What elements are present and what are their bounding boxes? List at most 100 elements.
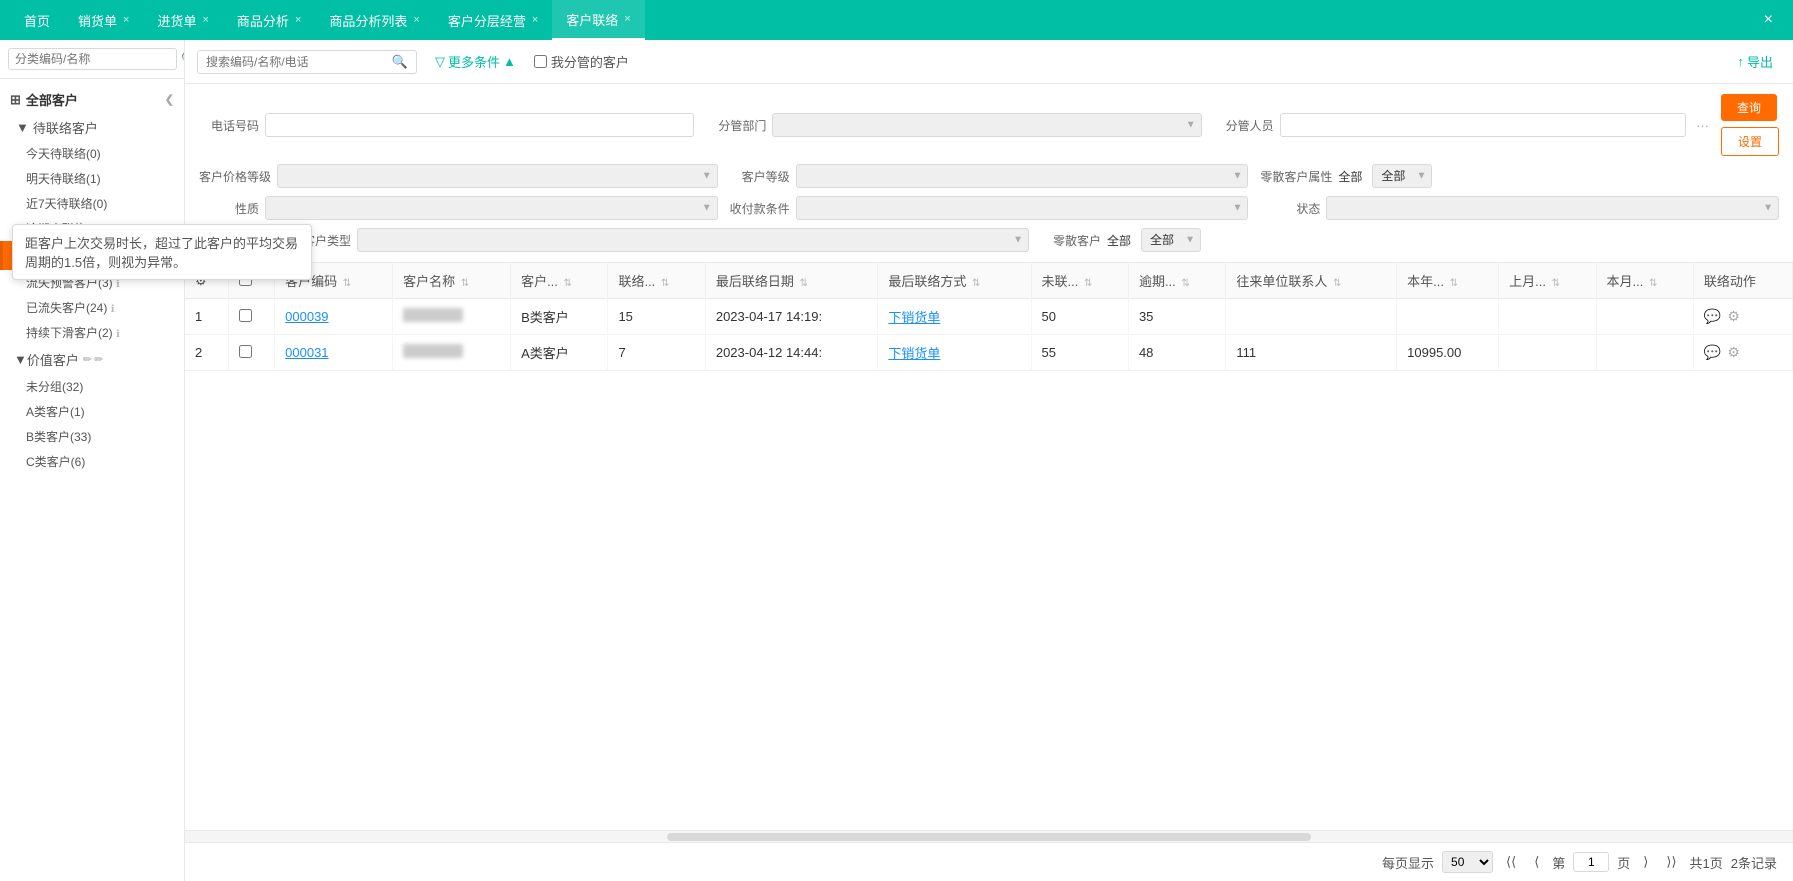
row2-checkbox[interactable] bbox=[229, 335, 275, 371]
valuation-customer-group[interactable]: ▼ 价值客户 ✏ ✏ bbox=[0, 345, 184, 374]
status-wrap: ▼ bbox=[1326, 196, 1779, 220]
sidebar-item-tomorrow[interactable]: 明天待联络(1) bbox=[0, 166, 184, 191]
person-field: 分管人员 ··· bbox=[1214, 113, 1709, 137]
filter-search-icon[interactable]: 🔍 bbox=[392, 54, 408, 70]
edit-icon2[interactable]: ✏ bbox=[94, 353, 103, 366]
dept-select[interactable] bbox=[772, 113, 1201, 137]
sort-icon-type[interactable]: ⇅ bbox=[564, 278, 572, 289]
nav-sales-close[interactable]: × bbox=[123, 14, 129, 26]
sidebar: 🔍 ⊞ 全部客户 ❮ ▼ 待联络客户 今天待联络(0) 明天待联络(1) 近7天… bbox=[0, 40, 185, 881]
row1-method-link[interactable]: 下销货单 bbox=[888, 310, 940, 325]
nav-contact-close[interactable]: × bbox=[624, 13, 630, 25]
my-customer-label: 我分管的客户 bbox=[551, 52, 629, 71]
row1-more-icon[interactable]: ⚙ bbox=[1727, 308, 1740, 325]
gender-field: 性质 ▼ bbox=[199, 196, 718, 220]
cust-grade-select[interactable] bbox=[796, 164, 1249, 188]
more-conditions-button[interactable]: ▽ 更多条件 ▲ bbox=[427, 48, 524, 75]
row2-code[interactable]: 000031 bbox=[275, 335, 393, 371]
status-select[interactable] bbox=[1326, 196, 1779, 220]
row2-cust-type: A类客户 bbox=[511, 335, 608, 371]
page-nav-last[interactable]: ⟩⟩ bbox=[1661, 852, 1681, 872]
my-customer-checkbox[interactable] bbox=[534, 55, 547, 68]
page-nav-first[interactable]: ⟨⟨ bbox=[1501, 852, 1521, 872]
row1-contact-person bbox=[1226, 299, 1397, 335]
row1-code[interactable]: 000039 bbox=[275, 299, 393, 335]
row2-select[interactable] bbox=[239, 345, 252, 358]
page-nav-next[interactable]: ⟩ bbox=[1638, 852, 1653, 872]
collapse-icon[interactable]: ❮ bbox=[165, 93, 174, 106]
nav-purchase-label: 进货单 bbox=[157, 11, 196, 30]
sort-icon-name[interactable]: ⇅ bbox=[461, 278, 469, 289]
nav-sales-order[interactable]: 销货单 × bbox=[64, 0, 143, 40]
zero-retail-attr-select[interactable]: 全部 bbox=[1372, 164, 1432, 188]
payment-select[interactable] bbox=[796, 196, 1249, 220]
horizontal-scrollbar[interactable] bbox=[185, 830, 1793, 842]
nav-home[interactable]: 首页 bbox=[10, 0, 64, 40]
row2-last-method[interactable]: 下销货单 bbox=[878, 335, 1031, 371]
row1-checkbox[interactable] bbox=[229, 299, 275, 335]
row2-code-link[interactable]: 000031 bbox=[285, 345, 328, 360]
sort-icon-date[interactable]: ⇅ bbox=[799, 278, 807, 289]
nav-purchase-close[interactable]: × bbox=[202, 14, 208, 26]
zero-retail-select[interactable]: 全部 bbox=[1141, 228, 1201, 252]
sidebar-item-today[interactable]: 今天待联络(0) bbox=[0, 141, 184, 166]
edit-icon[interactable]: ✏ bbox=[83, 353, 92, 366]
row1-contact-count: 15 bbox=[608, 299, 705, 335]
row1-last-date: 2023-04-17 14:19: bbox=[705, 299, 878, 335]
row1-last-method[interactable]: 下销货单 bbox=[878, 299, 1031, 335]
sort-icon-uncontacted[interactable]: ⇅ bbox=[1084, 278, 1092, 289]
sort-icon-overdue[interactable]: ⇅ bbox=[1181, 278, 1189, 289]
per-page-select[interactable]: 50 100 bbox=[1442, 851, 1493, 873]
sort-icon-this-month[interactable]: ⇅ bbox=[1649, 278, 1657, 289]
row2-more-icon[interactable]: ⚙ bbox=[1727, 344, 1740, 361]
sidebar-item-class-b[interactable]: B类客户(33) bbox=[0, 424, 184, 449]
sidebar-item-ungrouped[interactable]: 未分组(32) bbox=[0, 374, 184, 399]
row2-chat-icon[interactable]: 💬 bbox=[1704, 344, 1721, 361]
sort-icon-contact-person[interactable]: ⇅ bbox=[1333, 278, 1341, 289]
sidebar-item-class-a[interactable]: A类客户(1) bbox=[0, 399, 184, 424]
row2-method-link[interactable]: 下销货单 bbox=[888, 346, 940, 361]
all-customers-header[interactable]: ⊞ 全部客户 ❮ bbox=[0, 85, 184, 114]
nav-product-analysis-close[interactable]: × bbox=[295, 14, 301, 26]
sidebar-item-class-c[interactable]: C类客户(6) bbox=[0, 449, 184, 474]
row1-code-link[interactable]: 000039 bbox=[285, 309, 328, 324]
sidebar-item-7days[interactable]: 近7天待联络(0) bbox=[0, 191, 184, 216]
sidebar-item-churned[interactable]: 已流失客户(24) ℹ bbox=[0, 295, 184, 320]
row1-chat-icon[interactable]: 💬 bbox=[1704, 308, 1721, 325]
category-search-input[interactable] bbox=[8, 48, 177, 70]
nav-product-analysis-list[interactable]: 商品分析列表 × bbox=[315, 0, 433, 40]
nav-customer-segmentation[interactable]: 客户分层经营 × bbox=[434, 0, 552, 40]
row2-last-month bbox=[1499, 335, 1596, 371]
col-actions: 联络动作 bbox=[1693, 263, 1792, 299]
close-all-button[interactable]: × bbox=[1754, 11, 1783, 29]
scroll-track[interactable] bbox=[667, 833, 1310, 841]
col-cust-type-label: 客户... bbox=[521, 274, 558, 289]
nav-product-list-close[interactable]: × bbox=[413, 14, 419, 26]
query-button[interactable]: 查询 bbox=[1721, 94, 1777, 121]
page-nav-prev[interactable]: ⟨ bbox=[1529, 852, 1544, 872]
sidebar-item-declining[interactable]: 持续下滑客户(2) ℹ bbox=[0, 320, 184, 345]
nav-segmentation-close[interactable]: × bbox=[532, 14, 538, 26]
page-input[interactable] bbox=[1573, 852, 1609, 872]
settings-button[interactable]: 设置 bbox=[1721, 127, 1779, 156]
top-navigation: 首页 销货单 × 进货单 × 商品分析 × 商品分析列表 × 客户分层经营 × … bbox=[0, 0, 1793, 40]
nav-product-analysis[interactable]: 商品分析 × bbox=[223, 0, 315, 40]
cust-type-select[interactable] bbox=[357, 228, 1029, 252]
nav-purchase-order[interactable]: 进货单 × bbox=[143, 0, 222, 40]
person-more-icon[interactable]: ··· bbox=[1696, 118, 1709, 133]
sort-icon-method[interactable]: ⇅ bbox=[972, 278, 980, 289]
row1-select[interactable] bbox=[239, 309, 252, 322]
sort-icon-this-year[interactable]: ⇅ bbox=[1450, 278, 1458, 289]
price-grade-select[interactable] bbox=[277, 164, 718, 188]
person-input[interactable] bbox=[1280, 113, 1686, 137]
sort-icon-code[interactable]: ⇅ bbox=[343, 278, 351, 289]
waiting-contact-group[interactable]: ▼ 待联络客户 bbox=[0, 114, 184, 141]
row2-this-year: 10995.00 bbox=[1397, 335, 1499, 371]
gender-select[interactable] bbox=[265, 196, 718, 220]
export-button[interactable]: ↑ 导出 bbox=[1729, 48, 1781, 75]
customer-search-input[interactable] bbox=[206, 55, 392, 69]
sort-icon-contact[interactable]: ⇅ bbox=[661, 278, 669, 289]
sort-icon-last-month[interactable]: ⇅ bbox=[1552, 278, 1560, 289]
nav-customer-contact[interactable]: 客户联络 × bbox=[552, 0, 644, 40]
phone-input[interactable] bbox=[265, 113, 694, 137]
